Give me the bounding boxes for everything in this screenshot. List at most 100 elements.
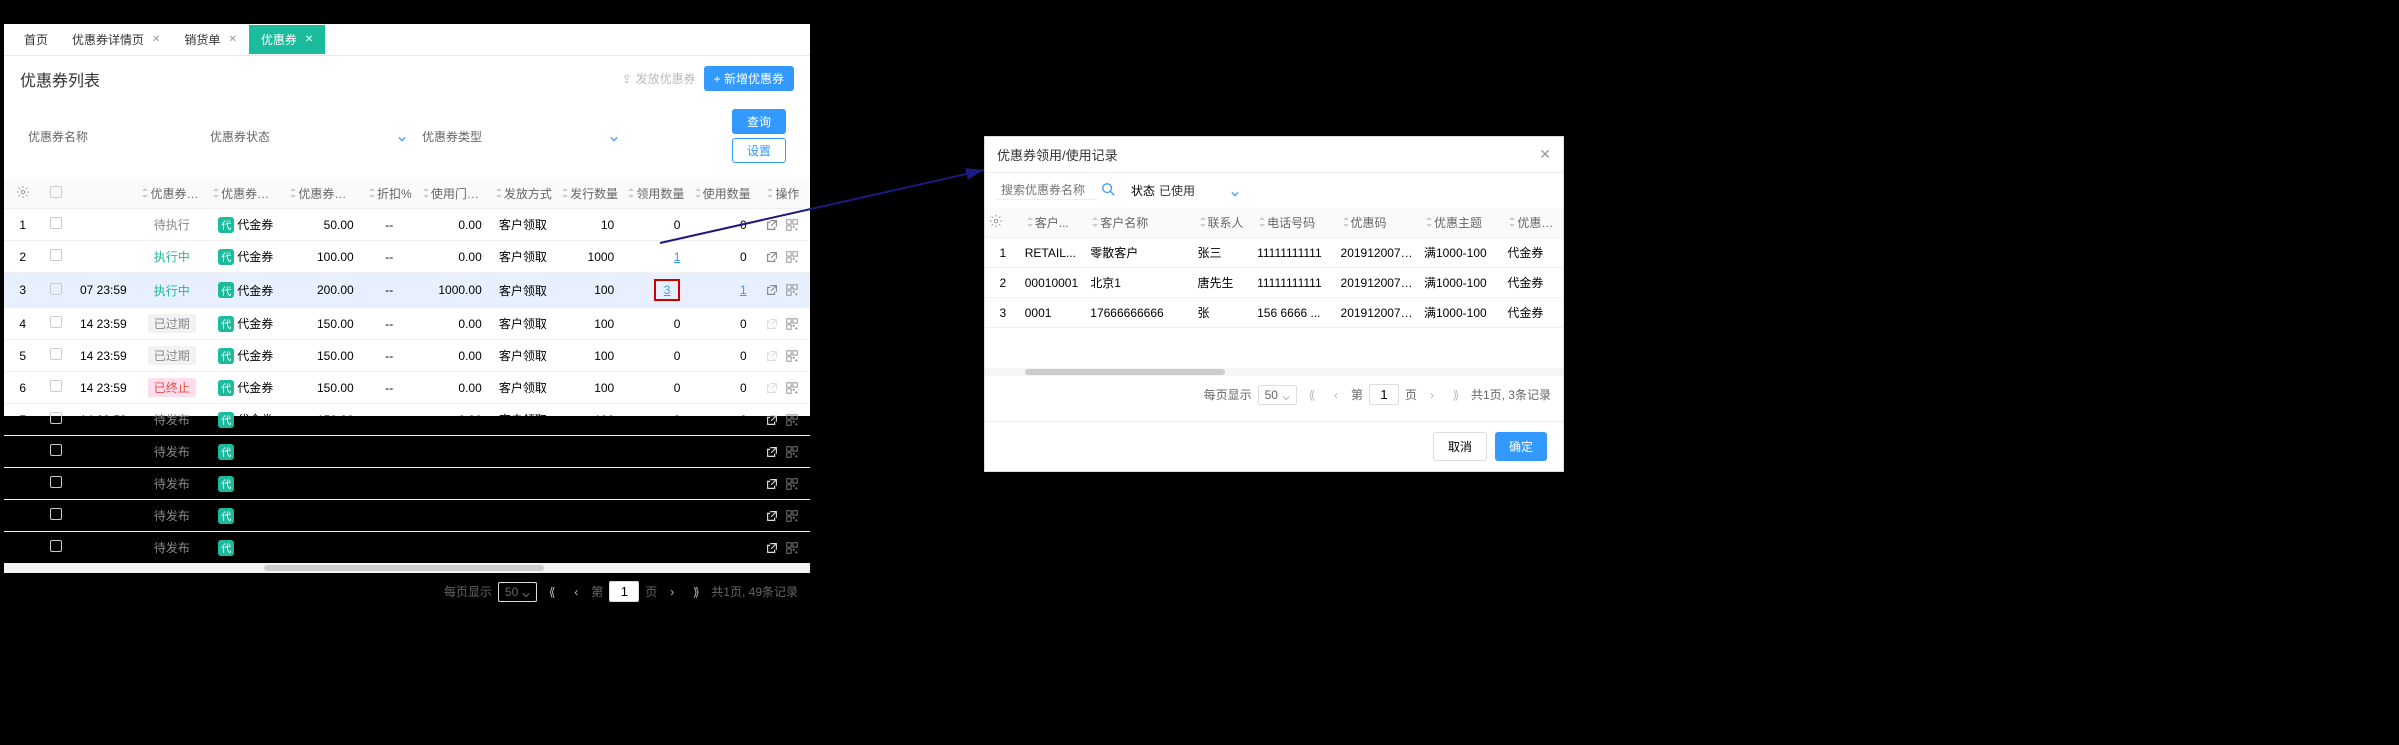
row-checkbox[interactable]	[50, 348, 62, 360]
next-page-button[interactable]: ›	[663, 583, 681, 601]
table-row[interactable]: 2 00010001 北京1 唐先生 11111111111 201912007…	[985, 268, 1563, 298]
share-icon[interactable]	[765, 218, 779, 232]
col-header[interactable]: 优惠券面值	[284, 179, 361, 209]
last-page-button[interactable]: ⟫	[687, 583, 705, 601]
settings-button[interactable]: 设置	[732, 138, 786, 163]
col-header[interactable]: 使用数量	[688, 179, 754, 209]
tab-销货单[interactable]: 销货单✕	[172, 25, 248, 54]
tab-首页[interactable]: 首页	[12, 25, 60, 54]
row-checkbox[interactable]	[50, 508, 62, 520]
close-icon[interactable]: ✕	[305, 34, 313, 45]
qrcode-icon[interactable]	[785, 218, 799, 232]
qrcode-icon[interactable]	[785, 445, 799, 459]
filter-type-select[interactable]	[488, 132, 618, 140]
sort-icon[interactable]	[494, 188, 502, 198]
filter-name-input[interactable]	[94, 127, 194, 146]
col-header[interactable]	[4, 179, 42, 209]
row-checkbox[interactable]	[50, 412, 62, 424]
sort-icon[interactable]	[421, 188, 429, 198]
col-header[interactable]: 优惠券类	[1503, 208, 1563, 238]
col-header[interactable]: 优惠券状态	[136, 179, 207, 209]
page-input[interactable]	[609, 581, 639, 602]
col-header[interactable]: 发放方式	[490, 179, 556, 209]
sort-icon[interactable]	[560, 188, 568, 198]
col-header[interactable]: 使用门槛...	[417, 179, 490, 209]
col-header[interactable]: 联系人	[1194, 208, 1254, 238]
table-row[interactable]: 2 执行中 代代金券 100.00 -- 0.00 客户领取 1000 1 0	[4, 241, 810, 273]
col-header[interactable]: 发行数量	[556, 179, 622, 209]
sort-icon[interactable]	[140, 188, 148, 198]
next-page-button[interactable]: ›	[1423, 386, 1441, 404]
close-icon[interactable]: ✕	[228, 34, 236, 45]
share-icon[interactable]	[765, 283, 779, 297]
sort-icon[interactable]	[626, 188, 634, 198]
col-header[interactable]	[42, 179, 71, 209]
qrcode-icon[interactable]	[785, 509, 799, 523]
table-row[interactable]: 10 14 23:59 待发布 代代金券 150.00 -- 0.00 客户领取…	[4, 500, 810, 532]
qrcode-icon[interactable]	[785, 381, 799, 395]
scrollbar-thumb[interactable]	[264, 565, 544, 571]
scrollbar-thumb[interactable]	[1025, 369, 1225, 375]
modal-horizontal-scrollbar[interactable]	[985, 368, 1563, 376]
gear-icon[interactable]	[16, 185, 30, 199]
sort-icon[interactable]	[1424, 217, 1432, 227]
gear-icon[interactable]	[989, 214, 1003, 228]
close-icon[interactable]: ✕	[1539, 146, 1551, 163]
sort-icon[interactable]	[1025, 217, 1033, 227]
col-header[interactable]: 优惠码	[1337, 208, 1420, 238]
col-header[interactable]	[70, 179, 136, 209]
page-input[interactable]	[1369, 384, 1399, 405]
col-header[interactable]: 折扣%	[362, 179, 417, 209]
sort-icon[interactable]	[1257, 217, 1265, 227]
qrcode-icon[interactable]	[785, 477, 799, 491]
qrcode-icon[interactable]	[785, 317, 799, 331]
col-header[interactable]: 优惠券类型	[207, 179, 284, 209]
sort-icon[interactable]	[1507, 217, 1515, 227]
table-row[interactable]: 8 14 23:59 待发布 代代金券 150.00 -- 0.00 客户领取 …	[4, 436, 810, 468]
col-header[interactable]: 客户...	[1021, 208, 1087, 238]
sort-icon[interactable]	[765, 188, 773, 198]
use-count-link[interactable]: 1	[740, 283, 747, 297]
sort-icon[interactable]	[1198, 217, 1206, 227]
filter-status-select[interactable]	[276, 132, 406, 140]
status-filter-select[interactable]: 已使用	[1159, 182, 1239, 199]
col-header[interactable]	[985, 208, 1021, 238]
table-row[interactable]: 4 14 23:59 已过期 代代金券 150.00 -- 0.00 客户领取 …	[4, 308, 810, 340]
ok-button[interactable]: 确定	[1495, 432, 1547, 461]
first-page-button[interactable]: ⟪	[543, 583, 561, 601]
last-page-button[interactable]: ⟫	[1447, 386, 1465, 404]
col-header[interactable]: 领用数量	[622, 179, 688, 209]
per-page-select[interactable]: 50	[1258, 385, 1297, 405]
sort-icon[interactable]	[1090, 217, 1098, 227]
col-header[interactable]: 操作	[755, 179, 810, 209]
sort-icon[interactable]	[693, 188, 701, 198]
table-row[interactable]: 7 14 23:59 待发布 代代金券 150.00 -- 0.00 客户领取 …	[4, 404, 810, 436]
horizontal-scrollbar[interactable]	[4, 564, 810, 572]
share-icon[interactable]	[765, 250, 779, 264]
row-checkbox[interactable]	[50, 380, 62, 392]
search-icon[interactable]	[1101, 182, 1115, 199]
table-row[interactable]: 3 07 23:59 执行中 代代金券 200.00 -- 1000.00 客户…	[4, 273, 810, 308]
cancel-button[interactable]: 取消	[1433, 432, 1487, 461]
select-all-checkbox[interactable]	[50, 186, 62, 198]
table-row[interactable]: 11 14 23:59 待发布 代代金券 150.00 -- 0.00 客户领取…	[4, 532, 810, 564]
row-checkbox[interactable]	[50, 444, 62, 456]
tab-优惠券[interactable]: 优惠券✕	[249, 25, 325, 54]
qrcode-icon[interactable]	[785, 349, 799, 363]
add-coupon-button[interactable]: + 新增优惠券	[704, 66, 794, 91]
col-header[interactable]: 优惠主题	[1420, 208, 1503, 238]
row-checkbox[interactable]	[50, 217, 62, 229]
take-count-link[interactable]: 3	[664, 283, 671, 297]
close-icon[interactable]: ✕	[152, 34, 160, 45]
sort-icon[interactable]	[288, 188, 296, 198]
sort-icon[interactable]	[211, 188, 219, 198]
sort-icon[interactable]	[367, 188, 375, 198]
sort-icon[interactable]	[1341, 217, 1349, 227]
tab-优惠券详情页[interactable]: 优惠券详情页✕	[60, 25, 172, 54]
qrcode-icon[interactable]	[785, 413, 799, 427]
col-header[interactable]: 客户名称	[1086, 208, 1193, 238]
col-header[interactable]: 电话号码	[1253, 208, 1336, 238]
distribute-coupon-link[interactable]: ⇪ 发放优惠券	[622, 70, 696, 87]
row-checkbox[interactable]	[50, 316, 62, 328]
take-count-link[interactable]: 1	[674, 250, 681, 264]
